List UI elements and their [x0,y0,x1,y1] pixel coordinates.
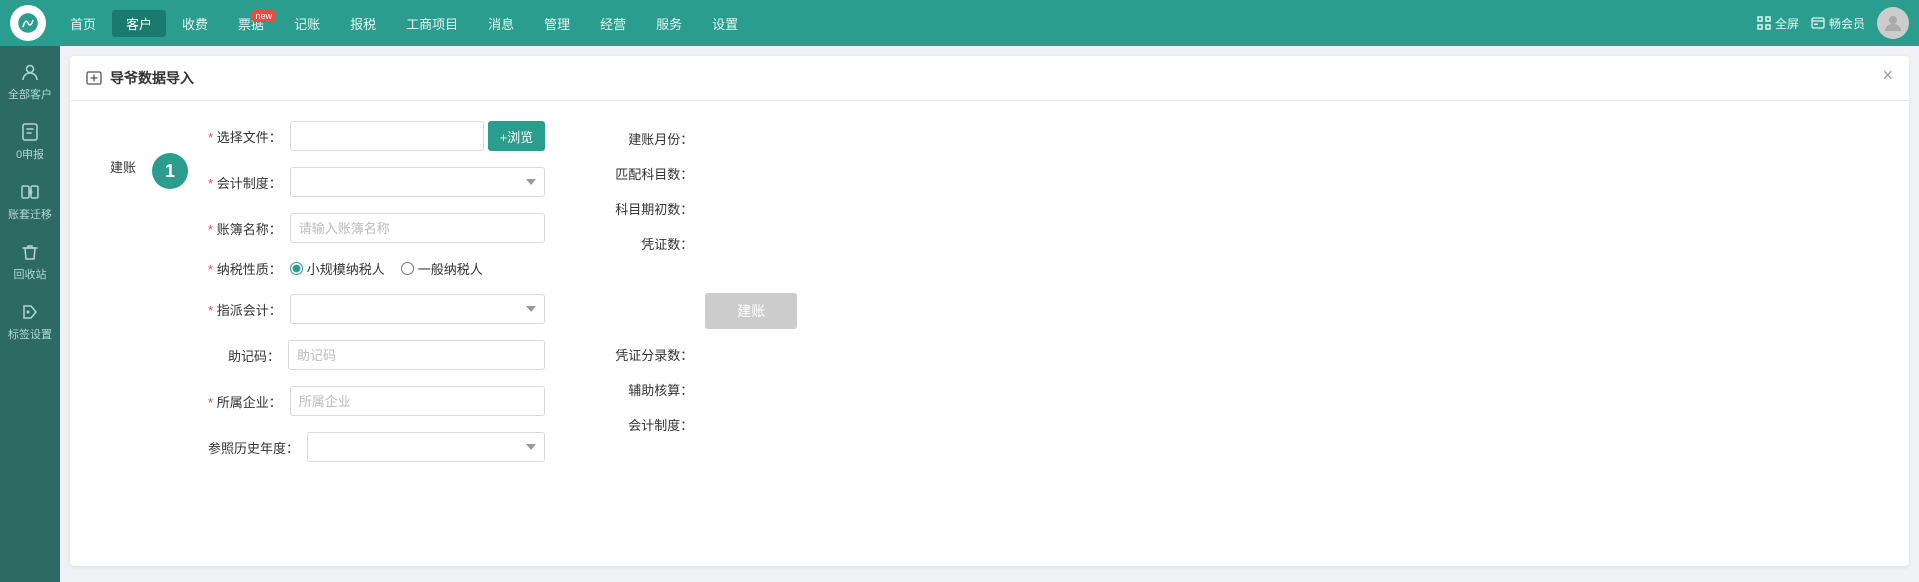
nav-settings[interactable]: 设置 [698,10,752,37]
sidebar-item-tag[interactable]: 标签设置 [2,294,58,350]
nav-message[interactable]: 消息 [474,10,528,37]
ledger-name-input[interactable] [290,213,546,243]
reference-year-row: 参照历史年度： [208,432,545,462]
avatar[interactable] [1877,7,1909,39]
ledger-name-label: 账簿名称： [208,219,282,238]
accounting-system-select[interactable] [290,167,546,197]
select-file-row: 选择文件： +浏览 [208,121,545,151]
affiliated-company-row: 所属企业： [208,386,545,416]
nav-charge[interactable]: 收费 [168,10,222,37]
setup-month-label: 建账月份： [605,129,693,148]
tax-general-radio[interactable]: 一般纳税人 [401,259,483,278]
topnav: 首页 客户 收费 票据 new 记账 报税 工商项目 消息 管理 经营 服务 设… [0,0,1919,46]
panel-close-button[interactable]: × [1882,66,1893,84]
new-badge: new [252,10,277,22]
import-panel: 导爷数据导入 × 建账 1 选择文件： +浏览 [70,56,1909,566]
panel-header: 导爷数据导入 [70,56,1909,101]
jianzhanag-label: 建账 [110,157,136,176]
nav-invoice[interactable]: 票据 new [224,10,278,37]
tax-nature-label: 纳税性质： [208,259,282,278]
create-account-button[interactable]: 建账 [705,293,797,329]
fullscreen-button[interactable]: 全屏 [1757,15,1799,32]
tax-radio-group: 小规模纳税人 一般纳税人 [290,259,483,278]
panel-title: 导爷数据导入 [110,68,194,88]
topnav-right: 全屏 畅会员 [1757,7,1909,39]
voucher-entries-row: 凭证分录数： [605,345,1869,364]
accounting-system-label: 会计制度： [208,173,282,192]
assign-accountant-label: 指派会计： [208,300,282,319]
nav-manage[interactable]: 管理 [530,10,584,37]
ledger-name-row: 账簿名称： [208,213,545,243]
select-file-label: 选择文件： [208,127,282,146]
nav-tax[interactable]: 报税 [336,10,390,37]
sidebar-item-migrate[interactable]: 账套迁移 [2,174,58,230]
right-accounting-system-row: 会计制度： [605,415,1869,434]
form-area: 建账 1 选择文件： +浏览 会计制度： [70,101,1909,482]
voucher-count-label: 凭证数： [605,234,693,253]
subject-initial-row: 科目期初数： [605,199,1869,218]
right-accounting-system-label: 会计制度： [605,415,693,434]
memo-code-label: 助记码： [208,346,280,365]
member-button[interactable]: 畅会员 [1811,15,1865,32]
step-badge: 1 [152,153,188,189]
nav-service[interactable]: 服务 [642,10,696,37]
memo-code-input[interactable] [288,340,545,370]
assign-accountant-row: 指派会计： [208,294,545,324]
sidebar-item-all-clients[interactable]: 全部客户 [2,54,58,110]
nav-bookkeeping[interactable]: 记账 [280,10,334,37]
voucher-entries-label: 凭证分录数： [605,345,693,364]
nav-business[interactable]: 工商项目 [392,10,472,37]
auxiliary-calc-row: 辅助核算： [605,380,1869,399]
reference-year-select[interactable] [307,432,545,462]
sidebar: 全部客户 0申报 账套迁移 回收站 标签设置 [0,46,60,582]
file-input-group: +浏览 [290,121,546,151]
file-input[interactable] [290,121,484,151]
import-icon [86,70,102,86]
nav-home[interactable]: 首页 [56,10,110,37]
nav-client[interactable]: 客户 [112,10,166,37]
affiliated-company-input[interactable] [290,386,546,416]
sidebar-item-declaration[interactable]: 0申报 [2,114,58,170]
create-button-wrapper: 建账 [605,277,1869,329]
assign-accountant-select[interactable] [290,294,546,324]
tax-small-radio[interactable]: 小规模纳税人 [290,259,385,278]
form-right: 建账月份： 匹配科目数： 科目期初数： 凭证数： 建账 [545,121,1869,462]
voucher-count-row: 凭证数： [605,234,1869,253]
match-subjects-label: 匹配科目数： [605,164,693,183]
subject-initial-label: 科目期初数： [605,199,693,218]
form-fields: 选择文件： +浏览 会计制度： [208,121,545,462]
app-logo[interactable] [10,5,46,41]
reference-year-label: 参照历史年度： [208,438,299,457]
sidebar-item-trash[interactable]: 回收站 [2,234,58,290]
tax-nature-row: 纳税性质： 小规模纳税人 一般纳税人 [208,259,545,278]
nav-items: 首页 客户 收费 票据 new 记账 报税 工商项目 消息 管理 经营 服务 设… [56,10,1757,37]
nav-operation[interactable]: 经营 [586,10,640,37]
auxiliary-calc-label: 辅助核算： [605,380,693,399]
memo-code-row: 助记码： [208,340,545,370]
accounting-system-row: 会计制度： [208,167,545,197]
affiliated-company-label: 所属企业： [208,392,282,411]
main-content: 导爷数据导入 × 建账 1 选择文件： +浏览 [60,46,1919,582]
form-left: 建账 1 选择文件： +浏览 会计制度： [110,121,545,462]
match-subjects-row: 匹配科目数： [605,164,1869,183]
browse-button[interactable]: +浏览 [488,121,546,151]
setup-month-row: 建账月份： [605,129,1869,148]
